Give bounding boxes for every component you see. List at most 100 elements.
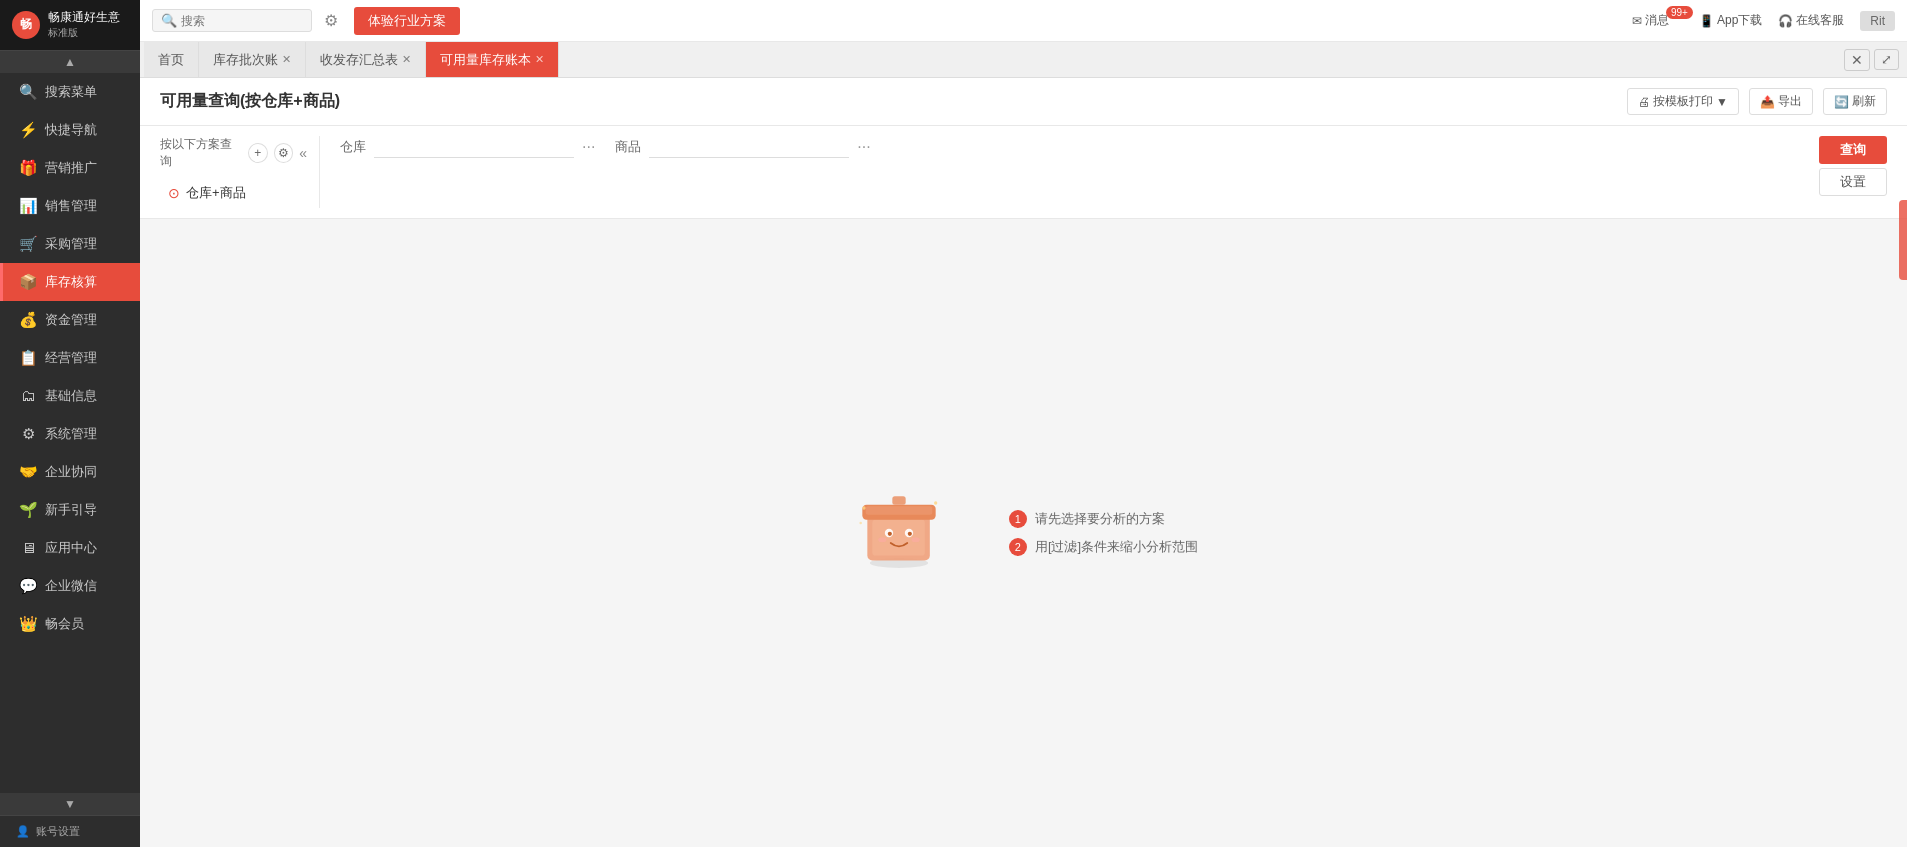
- tab-home[interactable]: 首页: [144, 42, 199, 77]
- svg-point-10: [911, 537, 919, 542]
- collapse-scheme-btn[interactable]: «: [299, 145, 307, 161]
- sales-icon: 📊: [19, 197, 37, 215]
- filter-panel: 按以下方案查询 + ⚙ « ⊙ 仓库+商品 仓库 ··· 商品: [140, 126, 1907, 219]
- sidebar-item-quick-nav[interactable]: ⚡ 快捷导航: [0, 111, 140, 149]
- filter-scheme: 按以下方案查询 + ⚙ « ⊙ 仓库+商品: [160, 136, 320, 208]
- search-menu-icon: 🔍: [19, 83, 37, 101]
- empty-tip-2: 2 用[过滤]条件来缩小分析范围: [1009, 538, 1198, 556]
- filter-field-goods: 商品 ···: [615, 136, 870, 158]
- settings-gear-icon[interactable]: ⚙: [324, 11, 338, 30]
- search-input[interactable]: [181, 14, 303, 28]
- user-avatar[interactable]: Rit: [1860, 11, 1895, 31]
- tab-close-available-qty[interactable]: ✕: [535, 53, 544, 66]
- topbar-search-box[interactable]: 🔍: [152, 9, 312, 32]
- scheme-item-warehouse-goods[interactable]: ⊙ 仓库+商品: [160, 178, 307, 208]
- newbie-icon: 🌱: [19, 501, 37, 519]
- message-btn[interactable]: ✉ 消息 99+: [1632, 12, 1683, 29]
- sidebar-scroll-down[interactable]: ▼: [0, 793, 140, 815]
- inventory-icon: 📦: [19, 273, 37, 291]
- svg-point-12: [862, 506, 865, 509]
- app-center-icon: 🖥: [19, 539, 37, 556]
- query-button[interactable]: 查询: [1819, 136, 1887, 164]
- sidebar-item-purchase[interactable]: 🛒 采购管理: [0, 225, 140, 263]
- export-btn[interactable]: 📤 导出: [1749, 88, 1813, 115]
- empty-tip-1: 1 请先选择要分析的方案: [1009, 510, 1198, 528]
- svg-point-9: [878, 537, 886, 542]
- sidebar-item-base-info[interactable]: 🗂 基础信息: [0, 377, 140, 415]
- close-all-tabs-btn[interactable]: ✕: [1844, 49, 1870, 71]
- sidebar-header: 畅 畅康通好生意 标准版: [0, 0, 140, 51]
- sidebar-item-operation[interactable]: 📋 经营管理: [0, 339, 140, 377]
- scheme-item-icon: ⊙: [168, 185, 180, 201]
- svg-rect-4: [866, 506, 933, 514]
- sidebar: 畅 畅康通好生意 标准版 ▲ 🔍 搜索菜单 ⚡ 快捷导航 🎁 营销推广 📊 销售…: [0, 0, 140, 847]
- online-service-btn[interactable]: 🎧 在线客服: [1778, 12, 1844, 29]
- svg-point-13: [934, 501, 937, 504]
- refresh-icon: 🔄: [1834, 95, 1849, 109]
- print-dropdown-icon: ▼: [1716, 95, 1728, 109]
- warehouse-more-btn[interactable]: ···: [582, 138, 595, 156]
- sidebar-footer-icon: 👤: [16, 825, 30, 838]
- sidebar-item-inventory[interactable]: 📦 库存核算: [0, 263, 140, 301]
- sidebar-scroll-up[interactable]: ▲: [0, 51, 140, 73]
- export-icon: 📤: [1760, 95, 1775, 109]
- headset-icon: 🎧: [1778, 14, 1793, 28]
- finance-icon: 💰: [19, 311, 37, 329]
- empty-illustration: [849, 473, 969, 593]
- manage-scheme-btn[interactable]: ⚙: [274, 143, 294, 163]
- svg-point-14: [859, 522, 862, 525]
- search-icon: 🔍: [161, 13, 177, 28]
- empty-state: 1 请先选择要分析的方案 2 用[过滤]条件来缩小分析范围: [140, 219, 1907, 847]
- warehouse-input[interactable]: [374, 136, 574, 158]
- sidebar-item-finance[interactable]: 💰 资金管理: [0, 301, 140, 339]
- sidebar-item-system[interactable]: ⚙ 系统管理: [0, 415, 140, 453]
- page-content: 可用量查询(按仓库+商品) 🖨 按模板打印 ▼ 📤 导出 🔄 刷新: [140, 78, 1907, 847]
- app-download-btn[interactable]: 📱 App下载: [1699, 12, 1762, 29]
- tab-close-batch-ledger[interactable]: ✕: [282, 53, 291, 66]
- empty-tips: 1 请先选择要分析的方案 2 用[过滤]条件来缩小分析范围: [1009, 510, 1198, 556]
- tab-close-receive-summary[interactable]: ✕: [402, 53, 411, 66]
- warehouse-label: 仓库: [340, 138, 366, 156]
- trial-industry-button[interactable]: 体验行业方案: [354, 7, 460, 35]
- refresh-btn[interactable]: 🔄 刷新: [1823, 88, 1887, 115]
- sidebar-item-newbie[interactable]: 🌱 新手引导: [0, 491, 140, 529]
- tab-batch-ledger[interactable]: 库存批次账 ✕: [199, 42, 306, 77]
- operation-icon: 📋: [19, 349, 37, 367]
- tab-receive-summary[interactable]: 收发存汇总表 ✕: [306, 42, 426, 77]
- enterprise-icon: 🤝: [19, 463, 37, 481]
- sidebar-subtitle: 标准版: [48, 26, 120, 40]
- purchase-icon: 🛒: [19, 235, 37, 253]
- main-area: 🔍 ⚙ 体验行业方案 ✉ 消息 99+ 📱 App下载 🎧 在线客服 Rit: [140, 0, 1907, 847]
- sidebar-item-app-center[interactable]: 🖥 应用中心: [0, 529, 140, 567]
- goods-more-btn[interactable]: ···: [857, 138, 870, 156]
- topbar: 🔍 ⚙ 体验行业方案 ✉ 消息 99+ 📱 App下载 🎧 在线客服 Rit: [140, 0, 1907, 42]
- sidebar-item-search[interactable]: 🔍 搜索菜单: [0, 73, 140, 111]
- phone-icon: 📱: [1699, 14, 1714, 28]
- message-icon: ✉: [1632, 14, 1642, 28]
- vip-icon: 👑: [19, 615, 37, 633]
- settings-button[interactable]: 设置: [1819, 168, 1887, 196]
- expand-tabs-btn[interactable]: ⤢: [1874, 49, 1899, 70]
- sidebar-item-sales[interactable]: 📊 销售管理: [0, 187, 140, 225]
- sidebar-nav: 🔍 搜索菜单 ⚡ 快捷导航 🎁 营销推广 📊 销售管理 🛒 采购管理 📦 库存核…: [0, 73, 140, 793]
- goods-label: 商品: [615, 138, 641, 156]
- tab-available-qty[interactable]: 可用量库存账本 ✕: [426, 42, 559, 77]
- sidebar-item-vip[interactable]: 👑 畅会员: [0, 605, 140, 643]
- sidebar-item-enterprise-wx[interactable]: 💬 企业微信: [0, 567, 140, 605]
- tip-text-2: 用[过滤]条件来缩小分析范围: [1035, 538, 1198, 556]
- sidebar-item-enterprise[interactable]: 🤝 企业协同: [0, 453, 140, 491]
- system-icon: ⚙: [19, 425, 37, 443]
- filter-fields: 仓库 ··· 商品 ···: [320, 136, 1799, 158]
- filter-actions: 查询 设置: [1819, 136, 1887, 196]
- filter-field-warehouse: 仓库 ···: [340, 136, 595, 158]
- goods-input[interactable]: [649, 136, 849, 158]
- page-title: 可用量查询(按仓库+商品): [160, 91, 340, 112]
- svg-rect-11: [892, 496, 905, 504]
- sidebar-item-marketing[interactable]: 🎁 营销推广: [0, 149, 140, 187]
- tip-num-2: 2: [1009, 538, 1027, 556]
- quick-nav-icon: ⚡: [19, 121, 37, 139]
- filter-scheme-header: 按以下方案查询 + ⚙ «: [160, 136, 307, 170]
- box-svg: [849, 473, 949, 573]
- add-scheme-btn[interactable]: +: [248, 143, 268, 163]
- print-template-btn[interactable]: 🖨 按模板打印 ▼: [1627, 88, 1739, 115]
